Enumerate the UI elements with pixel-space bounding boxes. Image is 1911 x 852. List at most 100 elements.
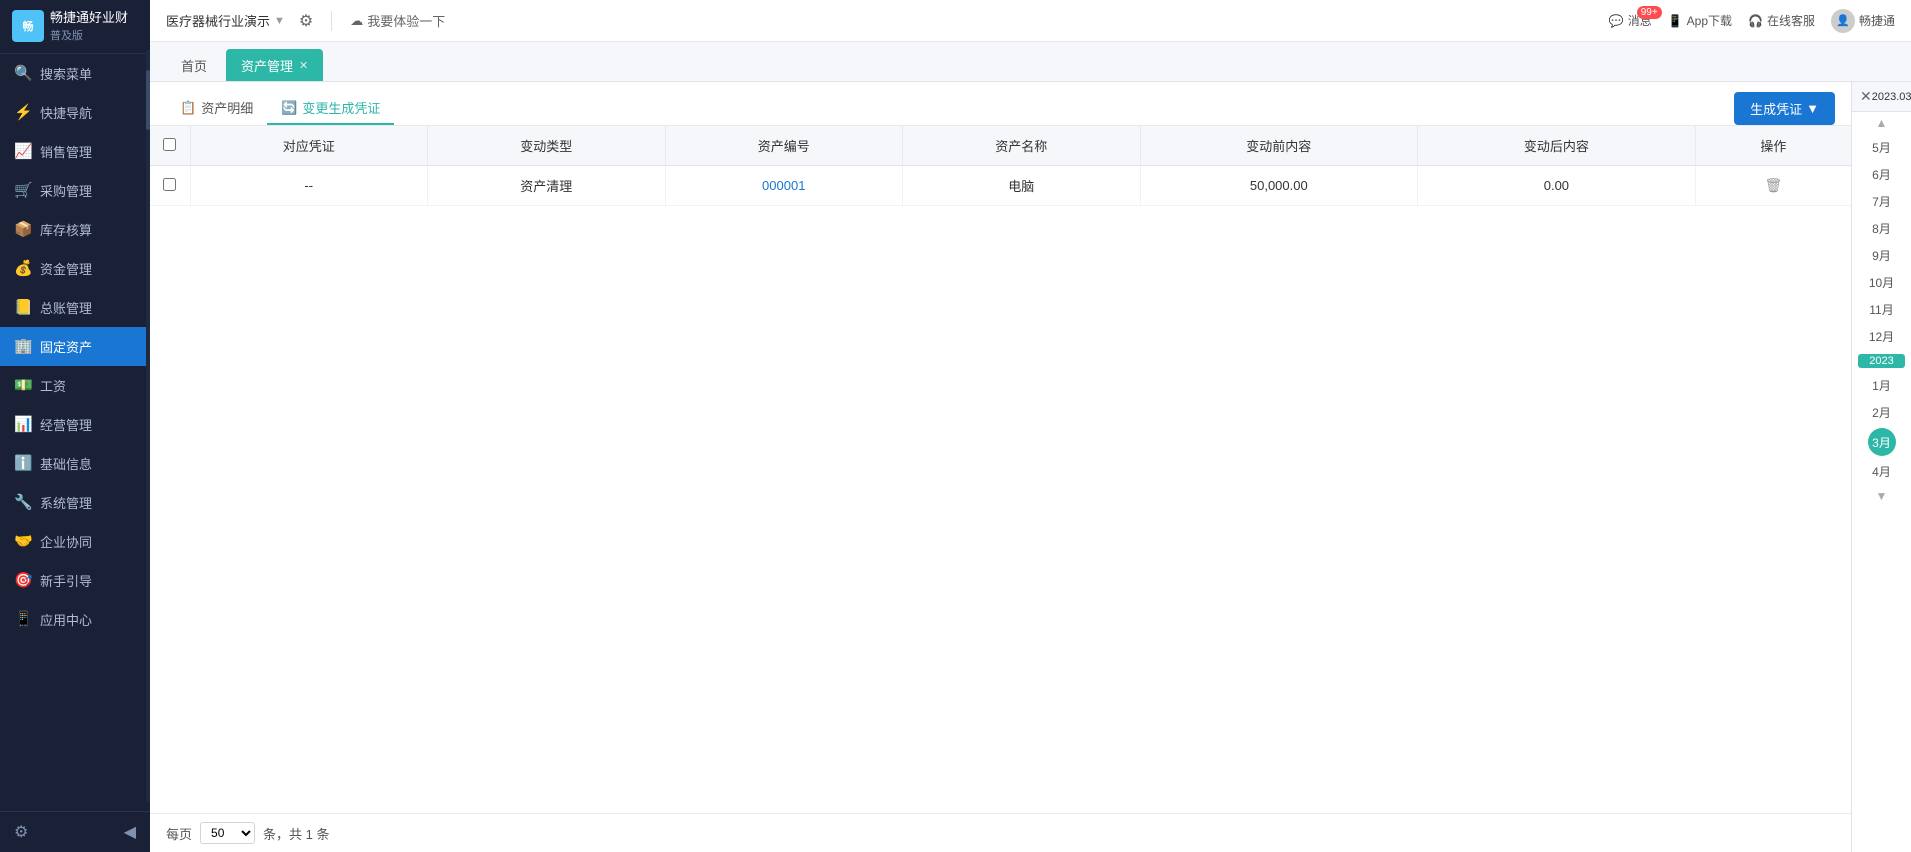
message-icon: 💬 (1609, 14, 1624, 28)
row-asset-number: 000001 (665, 166, 903, 206)
table-row: -- 资产清理 000001 电脑 50,000.00 0.00 🗑 (150, 166, 1851, 206)
sidebar-item-label: 应用中心 (40, 610, 92, 629)
total-label: 条，共 1 条 (263, 824, 329, 843)
panel-date-label: 2023.03 (1872, 91, 1911, 103)
main-content: 📋 资产明细 🔄 变更生成凭证 生成凭证 ▼ (150, 82, 1851, 852)
sidebar-item-finance[interactable]: 💰 资金管理 (0, 249, 150, 288)
month-12[interactable]: 12月 (1852, 323, 1911, 350)
month-2023-3[interactable]: 3月 (1868, 428, 1896, 456)
col-asset-number: 资产编号 (665, 126, 903, 166)
tab-close-icon[interactable]: ✕ (299, 59, 308, 72)
search-icon: 🔍 (14, 64, 32, 82)
month-8[interactable]: 8月 (1852, 215, 1911, 242)
sidebar-item-label: 工资 (40, 376, 66, 395)
user-action[interactable]: 👤 畅捷通 (1831, 9, 1895, 33)
support-action[interactable]: 🎧 在线客服 (1748, 12, 1815, 29)
topbar-right: 💬 消息 99+ 📱 App下载 🎧 在线客服 👤 畅捷通 (1609, 9, 1895, 33)
topbar: 医疗器械行业演示 ▼ ⚙ ☁ 我要体验一下 💬 消息 99+ 📱 App下载 (150, 0, 1911, 42)
basic-icon: ℹ️ (14, 454, 32, 472)
page-label: 每页 (166, 824, 192, 843)
panel-close-icon[interactable]: ✕ (1860, 88, 1872, 105)
sidebar-item-ledger[interactable]: 📒 总账管理 (0, 288, 150, 327)
topbar-divider (331, 11, 332, 31)
delete-row-button[interactable]: 🗑 (1764, 177, 1782, 193)
app-download-action[interactable]: 📱 App下载 (1668, 12, 1732, 29)
month-2023-4[interactable]: 4月 (1852, 458, 1911, 485)
subtab-asset-detail[interactable]: 📋 资产明细 (166, 92, 267, 125)
row-change-type: 资产清理 (428, 166, 666, 206)
month-2023-2[interactable]: 2月 (1852, 399, 1911, 426)
quicknav-icon: ⚡ (14, 103, 32, 121)
sidebar-item-system[interactable]: 🔧 系统管理 (0, 483, 150, 522)
company-dropdown-icon: ▼ (274, 15, 285, 27)
select-all-checkbox[interactable] (163, 138, 176, 151)
row-checkbox[interactable] (163, 178, 176, 191)
sidebar-item-label: 采购管理 (40, 181, 92, 200)
ledger-icon: 📒 (14, 298, 32, 316)
collapse-icon[interactable]: ◀ (124, 822, 136, 842)
col-action: 操作 (1695, 126, 1851, 166)
sidebar-item-basic[interactable]: ℹ️ 基础信息 (0, 444, 150, 483)
row-before: 50,000.00 (1140, 166, 1418, 206)
sidebar-item-quicknav[interactable]: ⚡ 快捷导航 (0, 93, 150, 132)
tab-home[interactable]: 首页 (166, 49, 222, 81)
sidebar-item-label: 搜索菜单 (40, 64, 92, 83)
asset-table-container: 对应凭证 变动类型 资产编号 资产名称 变动前内容 变动后内容 操作 (150, 126, 1851, 813)
sidebar-item-assets[interactable]: 🏢 固定资产 (0, 327, 150, 366)
row-checkbox-cell (150, 166, 190, 206)
experience-button[interactable]: ☁ 我要体验一下 (350, 11, 445, 30)
system-icon: 🔧 (14, 493, 32, 511)
sidebar-item-search[interactable]: 🔍 搜索菜单 (0, 54, 150, 93)
months-before-2023: 5月 6月 7月 8月 9月 10月 11月 12月 (1852, 134, 1911, 350)
topbar-settings-icon[interactable]: ⚙ (299, 11, 313, 31)
row-action: 🗑 (1695, 166, 1851, 206)
sidebar: 畅 畅捷通好业财 普及版 🔍 搜索菜单 ⚡ 快捷导航 📈 销售管理 (0, 0, 150, 852)
sidebar-item-guide[interactable]: 🎯 新手引导 (0, 561, 150, 600)
appdownload-label: App下载 (1687, 12, 1732, 29)
col-voucher: 对应凭证 (190, 126, 428, 166)
subtab-change-voucher-label: 变更生成凭证 (302, 98, 380, 117)
settings-icon[interactable]: ⚙ (14, 822, 28, 842)
logo-version: 普及版 (50, 27, 128, 43)
panel-scroll-up[interactable]: ▲ (1852, 112, 1911, 134)
sidebar-item-label: 基础信息 (40, 454, 92, 473)
company-selector[interactable]: 医疗器械行业演示 ▼ (166, 11, 285, 30)
sidebar-item-label: 经营管理 (40, 415, 92, 434)
sidebar-item-enterprise[interactable]: 🤝 企业协同 (0, 522, 150, 561)
support-icon: 🎧 (1748, 14, 1763, 28)
month-2023-1[interactable]: 1月 (1852, 372, 1911, 399)
avatar: 👤 (1831, 9, 1855, 33)
sidebar-item-label: 快捷导航 (40, 103, 92, 122)
sidebar-footer: ⚙ ◀ (0, 811, 150, 852)
month-9[interactable]: 9月 (1852, 242, 1911, 269)
month-11[interactable]: 11月 (1852, 296, 1911, 323)
month-6[interactable]: 6月 (1852, 161, 1911, 188)
month-7[interactable]: 7月 (1852, 188, 1911, 215)
sidebar-item-label: 固定资产 (40, 337, 92, 356)
col-after: 变动后内容 (1418, 126, 1696, 166)
sidebar-item-app[interactable]: 📱 应用中心 (0, 600, 150, 639)
sidebar-item-inventory[interactable]: 📦 库存核算 (0, 210, 150, 249)
sidebar-item-purchase[interactable]: 🛒 采购管理 (0, 171, 150, 210)
sidebar-item-salary[interactable]: 💵 工资 (0, 366, 150, 405)
messages-action[interactable]: 💬 消息 99+ (1609, 12, 1652, 29)
subtab-change-voucher[interactable]: 🔄 变更生成凭证 (267, 92, 394, 125)
row-asset-name: 电脑 (903, 166, 1141, 206)
company-name: 医疗器械行业演示 (166, 11, 270, 30)
sidebar-item-label: 库存核算 (40, 220, 92, 239)
sidebar-item-label: 系统管理 (40, 493, 92, 512)
generate-voucher-button[interactable]: 生成凭证 ▼ (1734, 92, 1835, 125)
page-size-select[interactable]: 50 100 200 (200, 822, 255, 844)
tab-assets-mgmt[interactable]: 资产管理 ✕ (226, 49, 323, 81)
month-10[interactable]: 10月 (1852, 269, 1911, 296)
sidebar-item-operations[interactable]: 📊 经营管理 (0, 405, 150, 444)
month-5[interactable]: 5月 (1852, 134, 1911, 161)
appdownload-icon: 📱 (1668, 14, 1683, 28)
cloud-icon: ☁ (350, 13, 363, 29)
col-asset-name: 资产名称 (903, 126, 1141, 166)
asset-table: 对应凭证 变动类型 资产编号 资产名称 变动前内容 变动后内容 操作 (150, 126, 1851, 206)
sidebar-item-label: 销售管理 (40, 142, 92, 161)
sidebar-item-sales[interactable]: 📈 销售管理 (0, 132, 150, 171)
asset-detail-icon: 📋 (180, 100, 196, 116)
panel-scroll-down[interactable]: ▼ (1852, 485, 1911, 507)
